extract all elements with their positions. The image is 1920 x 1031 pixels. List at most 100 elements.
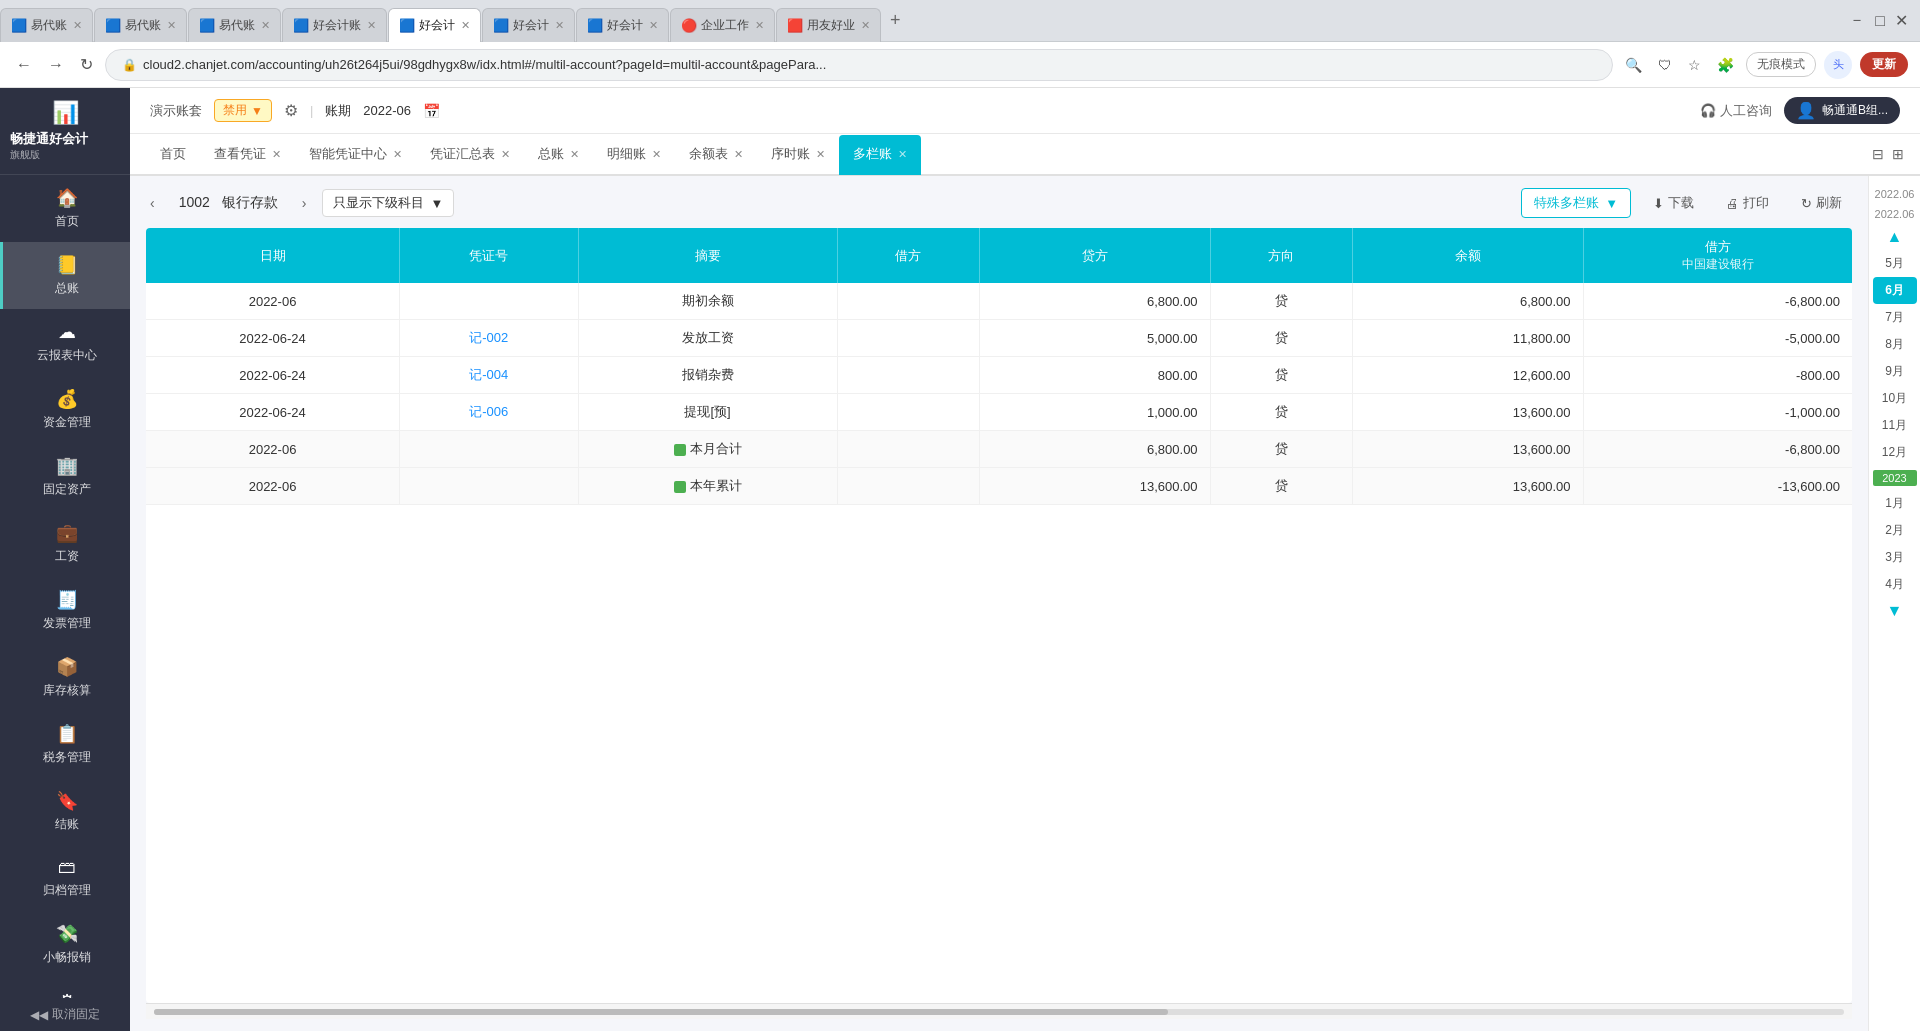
month-item-mar[interactable]: 3月: [1873, 544, 1917, 571]
month-item-aug[interactable]: 8月: [1873, 331, 1917, 358]
tab-close-6[interactable]: ✕: [555, 19, 564, 32]
gear-icon[interactable]: ⚙: [284, 101, 298, 120]
browser-tab-5[interactable]: 🟦 好会计 ✕: [388, 8, 481, 42]
sidebar-item-settings[interactable]: ⚙ 基础设置: [0, 978, 130, 998]
sidebar-item-tax[interactable]: 📋 税务管理: [0, 711, 130, 778]
browser-tab-3[interactable]: 🟦 易代账 ✕: [188, 8, 281, 42]
star-icon[interactable]: ☆: [1684, 53, 1705, 77]
prev-account-button[interactable]: ‹: [146, 191, 159, 215]
tab-sequential[interactable]: 序时账 ✕: [757, 135, 839, 175]
tab-close-summary[interactable]: ✕: [501, 148, 510, 161]
month-item-apr[interactable]: 4月: [1873, 571, 1917, 598]
month-down-arrow[interactable]: ▼: [1883, 598, 1907, 624]
browser-tab-8[interactable]: 🔴 企业工作 ✕: [670, 8, 775, 42]
sidebar-item-fixed-assets[interactable]: 🏢 固定资产: [0, 443, 130, 510]
voucher-link-002[interactable]: 记-002: [469, 330, 508, 345]
tab-close-detail[interactable]: ✕: [652, 148, 661, 161]
tab-close-7[interactable]: ✕: [649, 19, 658, 32]
browser-tab-6[interactable]: 🟦 好会计 ✕: [482, 8, 575, 42]
sidebar-item-payroll[interactable]: 💼 工资: [0, 510, 130, 577]
close-icon[interactable]: ✕: [1895, 11, 1908, 30]
sidebar-item-cloud-report[interactable]: ☁ 云报表中心: [0, 309, 130, 376]
sidebar-item-expense[interactable]: 💸 小畅报销: [0, 911, 130, 978]
tab-close-seq[interactable]: ✕: [816, 148, 825, 161]
sidebar-item-ledger[interactable]: 📒 总账: [0, 242, 130, 309]
tab-close-1[interactable]: ✕: [73, 19, 82, 32]
month-item-july[interactable]: 7月: [1873, 304, 1917, 331]
download-button[interactable]: ⬇ 下载: [1643, 189, 1704, 217]
tab-multi-column[interactable]: 多栏账 ✕: [839, 135, 921, 175]
browser-tab-7[interactable]: 🟦 好会计 ✕: [576, 8, 669, 42]
tab-home[interactable]: 首页: [146, 135, 200, 175]
cell-debit: [837, 320, 979, 357]
tab-close-general[interactable]: ✕: [570, 148, 579, 161]
maximize-icon[interactable]: □: [1875, 12, 1885, 30]
sidebar-item-funds[interactable]: 💰 资金管理: [0, 376, 130, 443]
horizontal-scrollbar[interactable]: [154, 1009, 1844, 1015]
tab-general-ledger[interactable]: 总账 ✕: [524, 135, 593, 175]
expand-panel-icon[interactable]: ⊞: [1892, 146, 1904, 162]
address-bar[interactable]: 🔒 cloud2.chanjet.com/accounting/uh26t264…: [105, 49, 1613, 81]
shield-icon[interactable]: 🛡: [1654, 53, 1676, 77]
bottom-scrollbar[interactable]: [146, 1003, 1852, 1019]
month-item-feb[interactable]: 2月: [1873, 517, 1917, 544]
cell-debit: [837, 283, 979, 320]
tab-close-smart[interactable]: ✕: [393, 148, 402, 161]
month-item-jan[interactable]: 1月: [1873, 490, 1917, 517]
tab-close-multi[interactable]: ✕: [898, 148, 907, 161]
month-up-arrow[interactable]: ▲: [1883, 224, 1907, 250]
tab-close-3[interactable]: ✕: [261, 19, 270, 32]
sidebar-item-archive[interactable]: 🗃 归档管理: [0, 845, 130, 911]
tab-close-8[interactable]: ✕: [755, 19, 764, 32]
user-avatar-button[interactable]: 头: [1824, 51, 1852, 79]
tab-close-9[interactable]: ✕: [861, 19, 870, 32]
minimize-icon[interactable]: －: [1849, 10, 1865, 31]
demo-badge-selector[interactable]: 禁用 ▼: [214, 99, 272, 122]
user-info-button[interactable]: 👤 畅通通B组...: [1784, 97, 1900, 124]
sidebar-item-invoice[interactable]: 🧾 发票管理: [0, 577, 130, 644]
reload-button[interactable]: ↻: [76, 51, 97, 78]
tab-close-2[interactable]: ✕: [167, 19, 176, 32]
special-multi-column-button[interactable]: 特殊多栏账 ▼: [1521, 188, 1631, 218]
browser-tab-4[interactable]: 🟦 好会计账 ✕: [282, 8, 387, 42]
month-item-oct[interactable]: 10月: [1873, 385, 1917, 412]
browser-tab-9[interactable]: 🟥 用友好业 ✕: [776, 8, 881, 42]
tab-smart-voucher[interactable]: 智能凭证中心 ✕: [295, 135, 416, 175]
forward-button[interactable]: →: [44, 52, 68, 78]
next-account-button[interactable]: ›: [298, 191, 311, 215]
unfix-button[interactable]: ◀◀ 取消固定: [0, 998, 130, 1031]
search-icon[interactable]: 🔍: [1621, 53, 1646, 77]
tab-balance[interactable]: 余额表 ✕: [675, 135, 757, 175]
browser-tab-2[interactable]: 🟦 易代账 ✕: [94, 8, 187, 42]
tab-view-voucher[interactable]: 查看凭证 ✕: [200, 135, 295, 175]
wuhen-mode-button[interactable]: 无痕模式: [1746, 52, 1816, 77]
print-button[interactable]: 🖨 打印: [1716, 189, 1779, 217]
extension-icon[interactable]: 🧩: [1713, 53, 1738, 77]
sidebar-item-inventory[interactable]: 📦 库存核算: [0, 644, 130, 711]
tab-close-4[interactable]: ✕: [367, 19, 376, 32]
sidebar-item-home[interactable]: 🏠 首页: [0, 175, 130, 242]
tab-close-view-voucher[interactable]: ✕: [272, 148, 281, 161]
month-item-dec[interactable]: 12月: [1873, 439, 1917, 466]
month-item-june[interactable]: 6月: [1873, 277, 1917, 304]
back-button[interactable]: ←: [12, 52, 36, 78]
voucher-link-006[interactable]: 记-006: [469, 404, 508, 419]
refresh-button[interactable]: ↻ 刷新: [1791, 189, 1852, 217]
collapse-panel-icon[interactable]: ⊟: [1872, 146, 1884, 162]
account-selector[interactable]: 1002 银行存款: [171, 190, 286, 216]
month-item-nov[interactable]: 11月: [1873, 412, 1917, 439]
month-item-may[interactable]: 5月: [1873, 250, 1917, 277]
subcategory-filter[interactable]: 只显示下级科目 ▼: [322, 189, 454, 217]
calendar-icon[interactable]: 📅: [423, 103, 440, 119]
consult-button[interactable]: 🎧 人工咨询: [1700, 102, 1772, 120]
tab-close-balance[interactable]: ✕: [734, 148, 743, 161]
tab-detail-ledger[interactable]: 明细账 ✕: [593, 135, 675, 175]
tab-voucher-summary[interactable]: 凭证汇总表 ✕: [416, 135, 524, 175]
browser-tab-1[interactable]: 🟦 易代账 ✕: [0, 8, 93, 42]
new-tab-button[interactable]: +: [882, 10, 909, 31]
update-button[interactable]: 更新: [1860, 52, 1908, 77]
tab-close-5[interactable]: ✕: [461, 19, 470, 32]
sidebar-item-close[interactable]: 🔖 结账: [0, 778, 130, 845]
voucher-link-004[interactable]: 记-004: [469, 367, 508, 382]
month-item-sep[interactable]: 9月: [1873, 358, 1917, 385]
